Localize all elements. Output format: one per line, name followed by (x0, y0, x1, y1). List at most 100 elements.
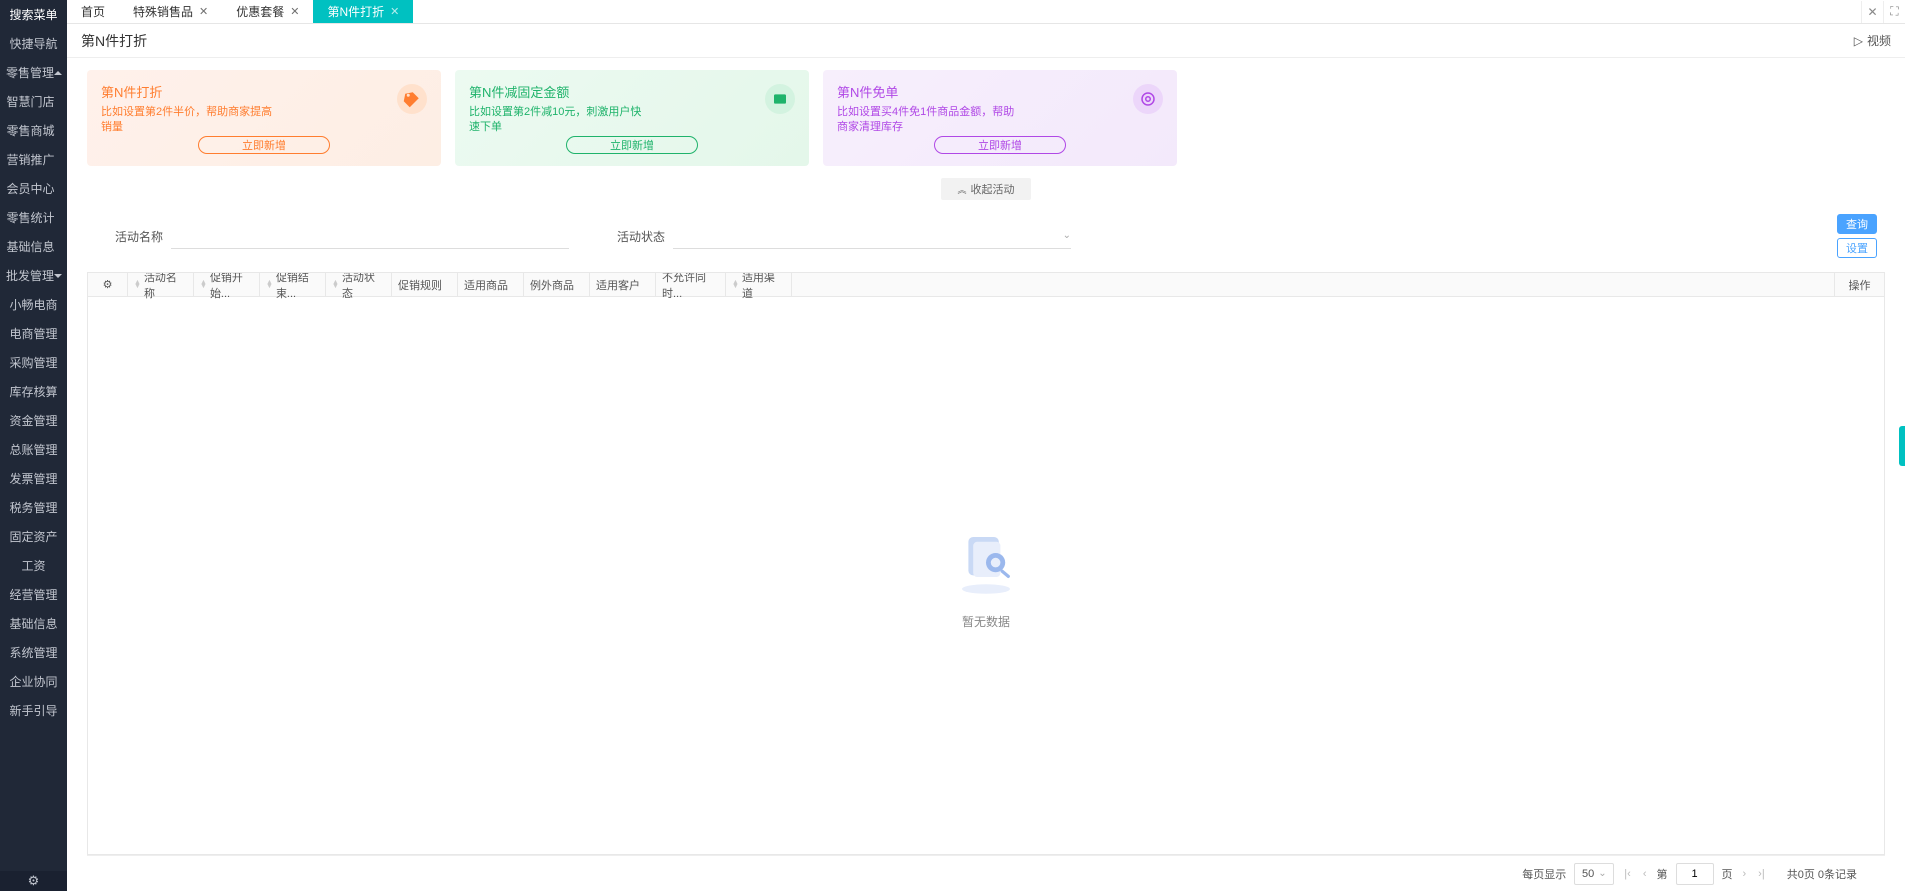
page-input[interactable] (1676, 863, 1714, 885)
next-page-button[interactable]: › (1741, 868, 1749, 880)
sidebar-quicknav[interactable]: 快捷导航 (0, 29, 67, 58)
tab-label: 第N件打折 (327, 3, 384, 20)
sidebar-item-stats[interactable]: 零售统计 (0, 203, 67, 232)
promo-title: 第N件免单 (837, 82, 1163, 101)
page-suffix: 页 (1722, 866, 1733, 882)
sidebar-item-xiaochang[interactable]: 小畅电商 (0, 290, 67, 319)
collapse-bar: ︽ 收起活动 (67, 178, 1905, 200)
sidebar-item-mall[interactable]: 零售商城 (0, 116, 67, 145)
coupon-icon (765, 84, 795, 114)
sidebar-retail-label: 零售管理 (6, 64, 54, 81)
sidebar-item-enterprise[interactable]: 企业协同 (0, 667, 67, 696)
close-icon[interactable]: ✕ (199, 5, 208, 18)
tab-combo[interactable]: 优惠套餐 ✕ (222, 0, 313, 23)
data-table: ⚙ ▲▼活动名称 ▲▼促销开始... ▲▼促销结束... ▲▼活动状态 促销规则… (87, 272, 1885, 855)
column-action: 操作 (1834, 273, 1884, 296)
activity-name-input[interactable] (171, 223, 569, 249)
collapse-label: 收起活动 (971, 181, 1015, 197)
query-button[interactable]: 查询 (1837, 214, 1877, 234)
sidebar-item-ledger[interactable]: 总账管理 (0, 435, 67, 464)
table-header: ⚙ ▲▼活动名称 ▲▼促销开始... ▲▼促销结束... ▲▼活动状态 促销规则… (88, 273, 1884, 297)
video-link[interactable]: ▷ 视频 (1854, 32, 1891, 49)
column-settings[interactable]: ⚙ (88, 273, 128, 296)
sidebar-wholesale-label: 批发管理 (6, 267, 54, 284)
sidebar-search[interactable]: 搜索菜单 (0, 0, 67, 29)
prev-page-button[interactable]: ‹ (1641, 868, 1649, 880)
activity-name-label: 活动名称 (107, 228, 163, 245)
empty-state: 暂无数据 (88, 297, 1884, 854)
close-icon[interactable]: ✕ (390, 5, 399, 18)
column-rule: 促销规则 (392, 273, 458, 296)
sidebar-item-basicinfo[interactable]: 基础信息 (0, 232, 67, 261)
drawer-handle[interactable] (1899, 426, 1905, 466)
sidebar-item-business[interactable]: 经营管理 (0, 580, 67, 609)
column-customers: 适用客户 (590, 273, 656, 296)
sort-icon: ▲▼ (134, 281, 141, 289)
play-icon: ▷ (1854, 34, 1863, 48)
column-start[interactable]: ▲▼促销开始... (194, 273, 260, 296)
close-icon[interactable]: ✕ (290, 5, 299, 18)
setting-button[interactable]: 设置 (1837, 238, 1877, 258)
sidebar-wholesale[interactable]: 批发管理 (0, 261, 67, 290)
promo-add-button[interactable]: 立即新增 (934, 136, 1066, 154)
sidebar-item-funds[interactable]: 资金管理 (0, 406, 67, 435)
sidebar-item-tax[interactable]: 税务管理 (0, 493, 67, 522)
chevron-down-icon: ⌄ (1598, 868, 1606, 879)
sidebar-item-guide[interactable]: 新手引导 (0, 696, 67, 725)
sidebar-item-smartstore[interactable]: 智慧门店 (0, 87, 67, 116)
tab-home[interactable]: 首页 (67, 0, 119, 23)
promo-add-button[interactable]: 立即新增 (198, 136, 330, 154)
sidebar: 搜索菜单 快捷导航 零售管理 智慧门店 零售商城 营销推广 会员中心 零售统计 … (0, 0, 67, 891)
sidebar-item-assets[interactable]: 固定资产 (0, 522, 67, 551)
column-channel[interactable]: ▲▼适用渠道 (726, 273, 792, 296)
promo-card-reduce: 第N件减固定金额 比如设置第2件减10元，刺激用户快速下单 立即新增 (455, 70, 809, 166)
column-end[interactable]: ▲▼促销结束... (260, 273, 326, 296)
sidebar-item-system[interactable]: 系统管理 (0, 638, 67, 667)
promo-desc: 比如设置第2件减10元，刺激用户快速下单 (469, 105, 649, 136)
promo-add-button[interactable]: 立即新增 (566, 136, 698, 154)
sidebar-item-inventory[interactable]: 库存核算 (0, 377, 67, 406)
sort-icon: ▲▼ (266, 281, 273, 289)
tab-special-sale[interactable]: 特殊销售品 ✕ (119, 0, 222, 23)
column-exclusive[interactable]: 不允许同时... (656, 273, 726, 296)
field-activity-name: 活动名称 (107, 223, 569, 249)
empty-text: 暂无数据 (962, 613, 1010, 630)
tab-nth-discount[interactable]: 第N件打折 ✕ (313, 0, 413, 23)
promo-desc: 比如设置买4件免1件商品金额，帮助商家清理库存 (837, 105, 1017, 136)
sidebar-item-marketing[interactable]: 营销推广 (0, 145, 67, 174)
tab-label: 优惠套餐 (236, 3, 284, 20)
promo-desc: 比如设置第2件半价，帮助商家提高销量 (101, 105, 281, 136)
sidebar-item-salary[interactable]: 工资 (0, 551, 67, 580)
page-title: 第N件打折 (81, 31, 147, 51)
activity-status-select[interactable]: ⌄ (673, 223, 1071, 249)
last-page-button[interactable]: ›| (1756, 868, 1767, 880)
collapse-button[interactable]: ︽ 收起活动 (941, 178, 1030, 200)
first-page-button[interactable]: |‹ (1622, 868, 1633, 880)
per-page-select[interactable]: 50 ⌄ (1574, 863, 1614, 885)
video-label: 视频 (1867, 32, 1891, 49)
field-activity-status: 活动状态 ⌄ (609, 223, 1071, 249)
sort-icon: ▲▼ (332, 281, 339, 289)
column-name[interactable]: ▲▼活动名称 (128, 273, 194, 296)
sidebar-retail[interactable]: 零售管理 (0, 58, 67, 87)
target-icon (1133, 84, 1163, 114)
chevron-down-icon: ⌄ (1063, 230, 1071, 241)
column-status[interactable]: ▲▼活动状态 (326, 273, 392, 296)
empty-illustration-icon (946, 521, 1026, 601)
activity-status-label: 活动状态 (609, 228, 665, 245)
column-except: 例外商品 (524, 273, 590, 296)
sidebar-item-basic2[interactable]: 基础信息 (0, 609, 67, 638)
tabs-close-all-icon[interactable]: ✕ (1861, 1, 1883, 23)
promo-card-free: 第N件免单 比如设置买4件免1件商品金额，帮助商家清理库存 立即新增 (823, 70, 1177, 166)
promo-title: 第N件减固定金额 (469, 82, 795, 101)
gear-icon[interactable]: ⚙ (28, 873, 40, 889)
sidebar-item-ecommerce[interactable]: 电商管理 (0, 319, 67, 348)
sidebar-item-invoice[interactable]: 发票管理 (0, 464, 67, 493)
gear-icon: ⚙ (103, 278, 113, 291)
page-total: 共0页 0条记录 (1787, 866, 1857, 882)
sort-icon: ▲▼ (200, 281, 207, 289)
sidebar-item-member[interactable]: 会员中心 (0, 174, 67, 203)
fullscreen-icon[interactable]: ⛶ (1883, 1, 1905, 23)
sidebar-item-purchase[interactable]: 采购管理 (0, 348, 67, 377)
page-header: 第N件打折 ▷ 视频 (67, 24, 1905, 58)
